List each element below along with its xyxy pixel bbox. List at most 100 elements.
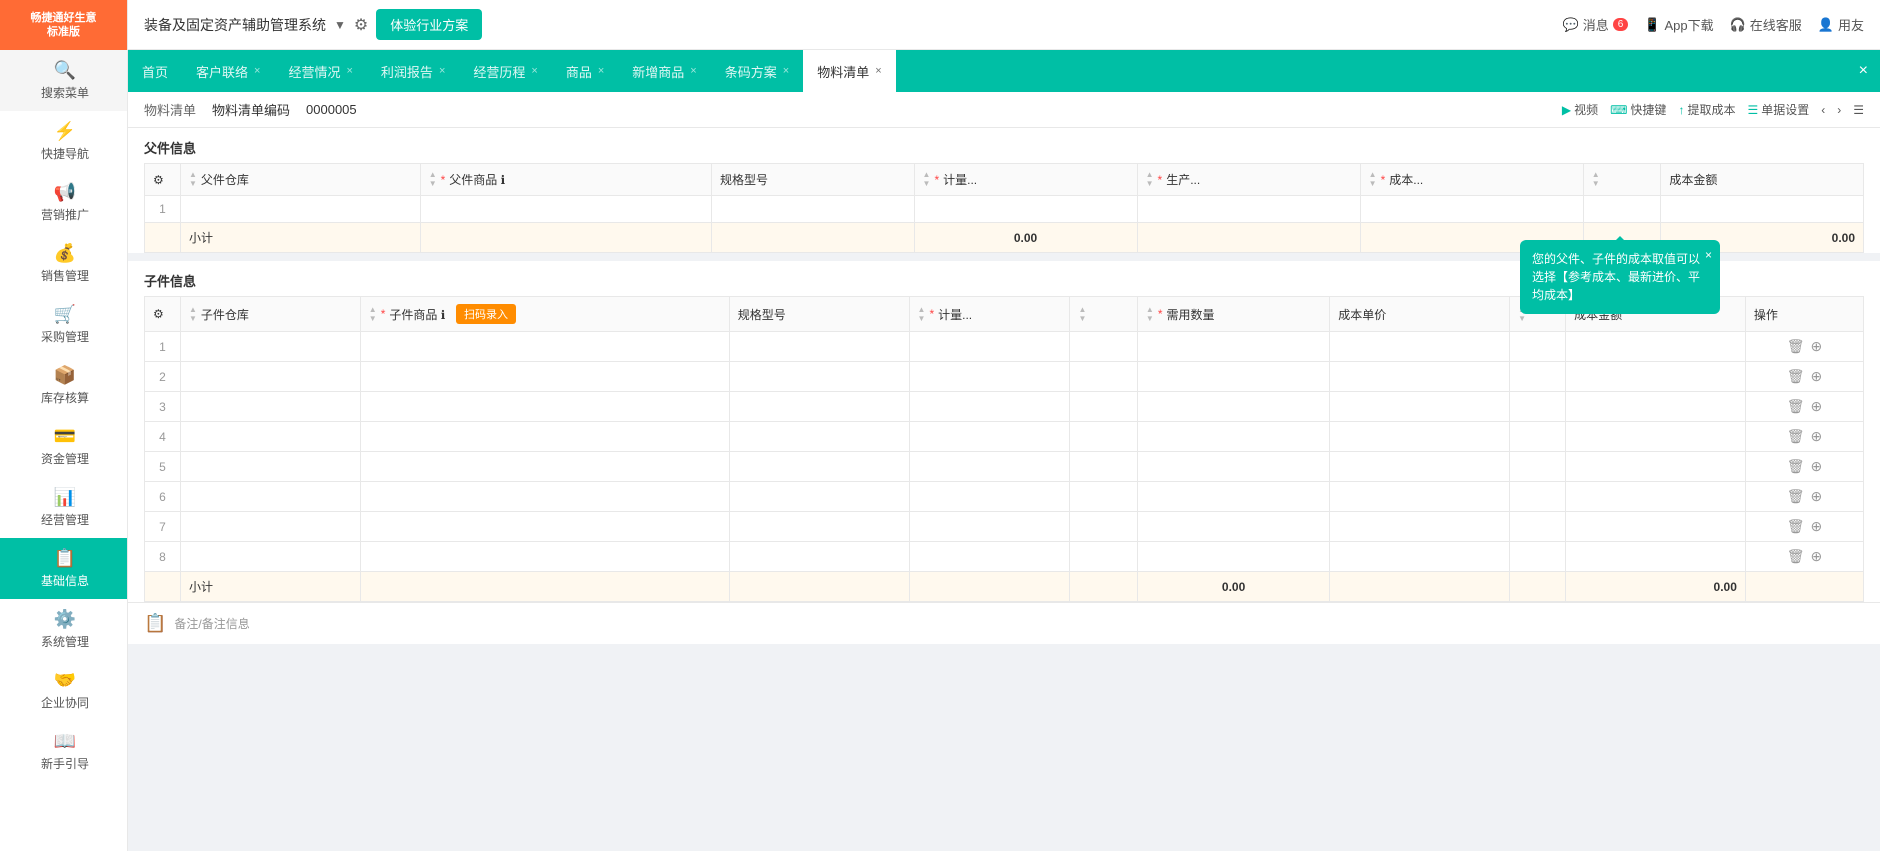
child-row-7-copy-icon[interactable]: ⊕ (1810, 518, 1822, 535)
parent-row-1-spec[interactable] (711, 196, 914, 223)
breadcrumb-item-1[interactable]: 物料清单 (144, 100, 196, 119)
child-row-2-unit[interactable] (909, 362, 1070, 392)
child-row-6-warehouse[interactable] (181, 482, 361, 512)
tab-goods-close[interactable]: × (598, 65, 604, 77)
tab-history[interactable]: 经营历程 × (459, 50, 551, 92)
single-settings-btn[interactable]: ☰ 单据设置 (1747, 101, 1809, 118)
tab-profit-close[interactable]: × (439, 65, 445, 77)
child-row-8-unit-cost[interactable] (1330, 542, 1510, 572)
child-row-4-goods[interactable] (360, 422, 729, 452)
child-row-3-goods[interactable] (360, 392, 729, 422)
parent-row-1-cost[interactable] (1360, 196, 1583, 223)
child-row-7-warehouse[interactable] (181, 512, 361, 542)
child-row-1-warehouse[interactable] (181, 332, 361, 362)
tab-bom[interactable]: 物料清单 × (803, 50, 895, 92)
child-row-2-copy-icon[interactable]: ⊕ (1810, 368, 1822, 385)
parent-row-1-goods[interactable] (420, 196, 711, 223)
sidebar-item-search[interactable]: 🔍 搜索菜单 (0, 50, 127, 111)
shortcut-btn[interactable]: ⌨ 快捷键 (1610, 101, 1666, 118)
child-row-5-warehouse[interactable] (181, 452, 361, 482)
view-toggle-btn[interactable]: ☰ (1853, 103, 1864, 117)
child-row-1-qty[interactable] (1137, 332, 1329, 362)
tab-bom-close[interactable]: × (875, 65, 881, 77)
child-row-7-delete-icon[interactable]: 🗑 (1787, 518, 1805, 535)
nav-close-all[interactable]: × (1847, 62, 1880, 80)
child-row-8-qty[interactable] (1137, 542, 1329, 572)
sidebar-item-inventory[interactable]: 📦 库存核算 (0, 355, 127, 416)
child-row-5-delete-icon[interactable]: 🗑 (1787, 458, 1805, 475)
sidebar-item-system[interactable]: ⚙️ 系统管理 (0, 599, 127, 660)
child-row-7-unit-cost[interactable] (1330, 512, 1510, 542)
child-row-1-goods[interactable] (360, 332, 729, 362)
sidebar-item-guide[interactable]: 📖 新手引导 (0, 721, 127, 782)
tooltip-close-btn[interactable]: × (1705, 246, 1712, 264)
child-row-4-qty[interactable] (1137, 422, 1329, 452)
sidebar-item-sales[interactable]: 💰 销售管理 (0, 233, 127, 294)
child-row-7-spec[interactable] (729, 512, 909, 542)
child-row-2-qty[interactable] (1137, 362, 1329, 392)
tab-new-goods-close[interactable]: × (690, 65, 696, 77)
child-row-6-unit[interactable] (909, 482, 1070, 512)
tab-history-close[interactable]: × (531, 65, 537, 77)
tab-operations[interactable]: 经营情况 × (274, 50, 366, 92)
child-row-4-spec[interactable] (729, 422, 909, 452)
child-row-7-goods[interactable] (360, 512, 729, 542)
system-dropdown[interactable]: ▼ (334, 18, 346, 32)
online-service-item[interactable]: 🎧 在线客服 (1730, 15, 1802, 34)
child-row-6-spec[interactable] (729, 482, 909, 512)
child-row-7-unit[interactable] (909, 512, 1070, 542)
child-row-3-qty[interactable] (1137, 392, 1329, 422)
sidebar-item-finance[interactable]: 💳 资金管理 (0, 416, 127, 477)
child-row-6-qty[interactable] (1137, 482, 1329, 512)
sidebar-item-quick-nav[interactable]: ⚡ 快捷导航 (0, 111, 127, 172)
tab-barcode[interactable]: 条码方案 × (711, 50, 803, 92)
child-row-8-warehouse[interactable] (181, 542, 361, 572)
child-row-8-spec[interactable] (729, 542, 909, 572)
child-row-5-copy-icon[interactable]: ⊕ (1810, 458, 1822, 475)
child-row-8-unit[interactable] (909, 542, 1070, 572)
child-row-3-spec[interactable] (729, 392, 909, 422)
child-row-5-qty[interactable] (1137, 452, 1329, 482)
child-row-8-copy-icon[interactable]: ⊕ (1810, 548, 1822, 565)
tab-customers[interactable]: 客户联络 × (182, 50, 274, 92)
parent-row-1-warehouse[interactable] (181, 196, 421, 223)
child-row-1-delete-icon[interactable]: 🗑 (1787, 338, 1805, 355)
child-row-3-warehouse[interactable] (181, 392, 361, 422)
child-row-3-unit-cost[interactable] (1330, 392, 1510, 422)
child-row-4-copy-icon[interactable]: ⊕ (1810, 428, 1822, 445)
tab-new-goods[interactable]: 新增商品 × (618, 50, 710, 92)
child-row-8-goods[interactable] (360, 542, 729, 572)
child-row-1-spec[interactable] (729, 332, 909, 362)
child-row-2-delete-icon[interactable]: 🗑 (1787, 368, 1805, 385)
child-row-2-goods[interactable] (360, 362, 729, 392)
parent-row-1-produce[interactable] (1137, 196, 1360, 223)
child-row-4-unit-cost[interactable] (1330, 422, 1510, 452)
child-row-6-delete-icon[interactable]: 🗑 (1787, 488, 1805, 505)
tab-profit[interactable]: 利润报告 × (367, 50, 459, 92)
parent-th-gear[interactable]: ⚙ (145, 164, 181, 196)
child-row-3-copy-icon[interactable]: ⊕ (1810, 398, 1822, 415)
extract-cost-btn[interactable]: ↑ 提取成本 (1678, 101, 1735, 118)
child-row-2-unit-cost[interactable] (1330, 362, 1510, 392)
parent-row-1-unit[interactable] (914, 196, 1137, 223)
sidebar-item-operations[interactable]: 📊 经营管理 (0, 477, 127, 538)
child-row-1-unit-cost[interactable] (1330, 332, 1510, 362)
tab-operations-close[interactable]: × (346, 65, 352, 77)
child-row-1-copy-icon[interactable]: ⊕ (1810, 338, 1822, 355)
child-row-5-goods[interactable] (360, 452, 729, 482)
child-row-6-unit-cost[interactable] (1330, 482, 1510, 512)
child-row-5-unit[interactable] (909, 452, 1070, 482)
sidebar-item-enterprise[interactable]: 🤝 企业协同 (0, 660, 127, 721)
settings-icon[interactable]: ⚙ (354, 15, 368, 35)
child-row-7-qty[interactable] (1137, 512, 1329, 542)
tab-home[interactable]: 首页 (128, 50, 182, 92)
child-row-8-delete-icon[interactable]: 🗑 (1787, 548, 1805, 565)
tab-barcode-close[interactable]: × (783, 65, 789, 77)
trial-button[interactable]: 体验行业方案 (376, 9, 482, 40)
sidebar-item-purchase[interactable]: 🛒 采购管理 (0, 294, 127, 355)
child-row-5-spec[interactable] (729, 452, 909, 482)
child-row-4-warehouse[interactable] (181, 422, 361, 452)
tab-goods[interactable]: 商品 × (552, 50, 618, 92)
tab-customers-close[interactable]: × (254, 65, 260, 77)
child-row-3-unit[interactable] (909, 392, 1070, 422)
